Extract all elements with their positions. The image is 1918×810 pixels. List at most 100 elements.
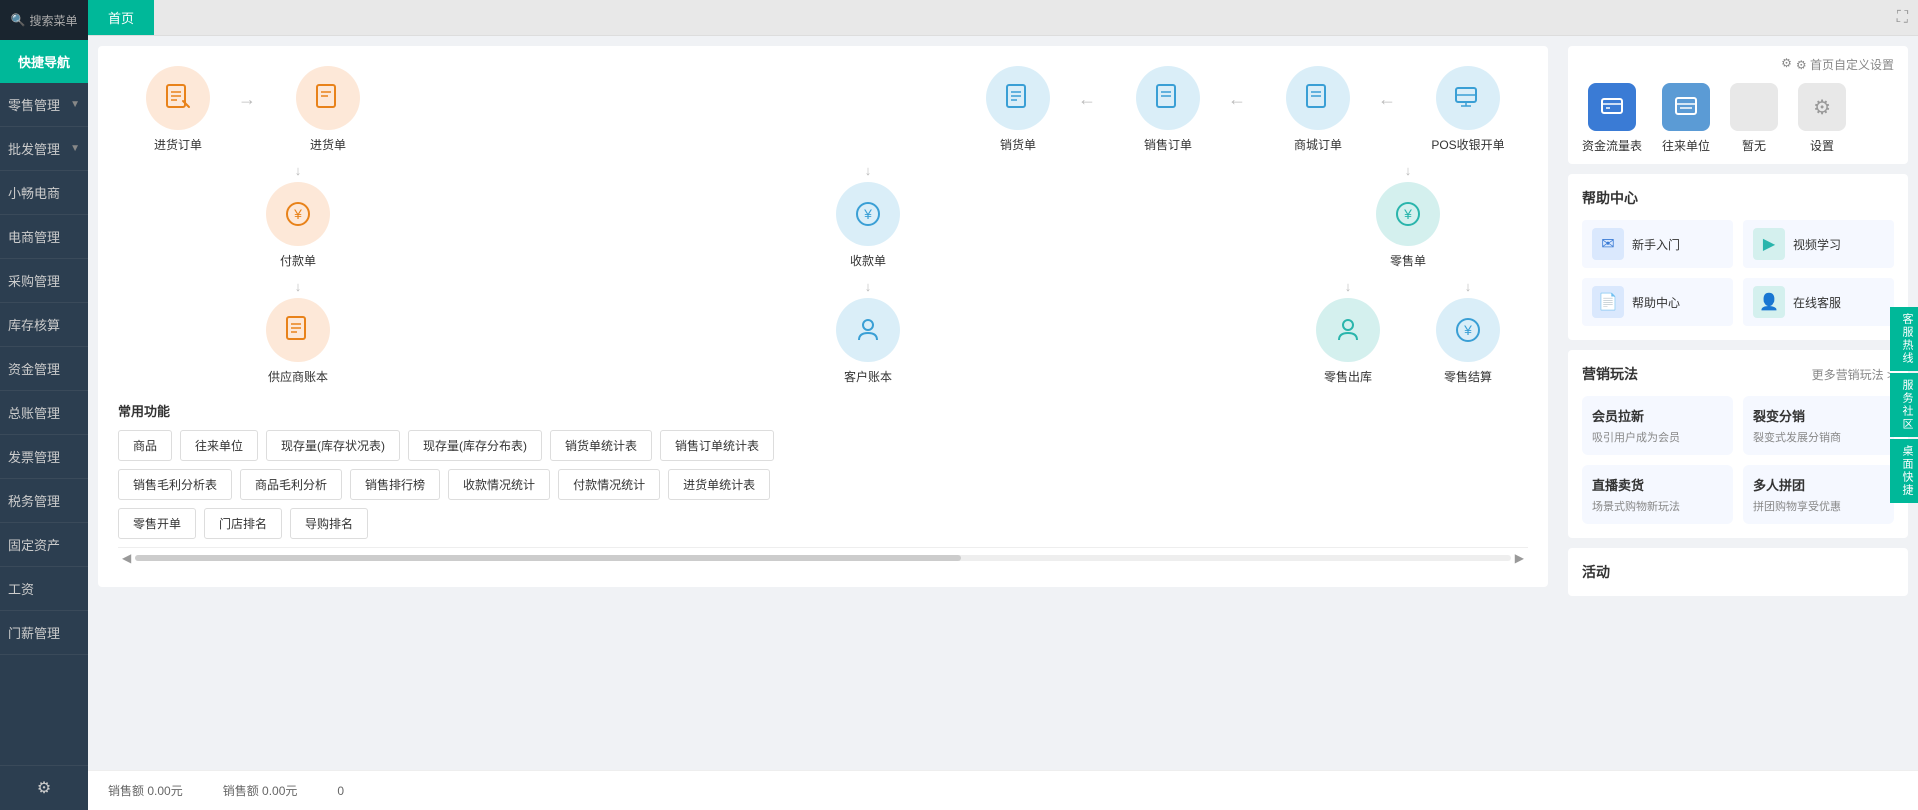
func-btn-store-rank[interactable]: 门店排名 [204,508,282,539]
sidebar-item-ledger-label: 总账管理 [8,403,60,422]
func-btn-retail-order[interactable]: 零售开单 [118,508,196,539]
flow-circle-retail-settle[interactable]: ¥ [1436,298,1500,362]
flow-label-sales: 销货单 [1000,136,1036,153]
scroll-right-arrow[interactable]: ▶ [1515,551,1524,565]
mkt-item-live[interactable]: 直播卖货 场景式购物新玩法 [1582,465,1733,524]
flow-circle-retail[interactable]: ¥ [1376,182,1440,246]
flow-circle-mall-order [1286,66,1350,130]
settings-icon-button[interactable]: ⚙ [0,765,88,810]
sidebar-item-purchase[interactable]: 采购管理 [0,259,88,303]
qa-item-counterpart[interactable]: 往来单位 [1662,83,1710,154]
help-item-beginner[interactable]: ✉ 新手入门 [1582,220,1733,268]
func-btn-stock1[interactable]: 现存量(库存状况表) [266,430,400,461]
func-btn-goods[interactable]: 商品 [118,430,172,461]
tab-home[interactable]: 首页 [88,0,154,35]
sidebar: 🔍 搜索菜单 快捷导航 零售管理 ▼ 批发管理 ▼ 小畅电商 电商管理 采购管理… [0,0,88,810]
sidebar-item-ecommerce-small[interactable]: 小畅电商 [0,171,88,215]
sidebar-item-tax[interactable]: 税务管理 [0,479,88,523]
mkt-item-fission-title: 裂变分销 [1753,406,1884,425]
flow-node-purchase-order[interactable]: 进货订单 [118,66,238,153]
main-area: 首页 ⛶ 进货订单 [88,0,1918,810]
flow-circle-retail-out[interactable] [1316,298,1380,362]
stat-2: 销售额 0.00元 [223,782,298,799]
flow-col-supplier: ↓ 供应商账本 [238,279,358,385]
flow-circle-purchase-order [146,66,210,130]
flow-circle-purchase [296,66,360,130]
tab-home-label: 首页 [108,8,134,27]
help-item-video[interactable]: ▶ 视频学习 [1743,220,1894,268]
sidebar-item-ledger[interactable]: 总账管理 [0,391,88,435]
mkt-item-group[interactable]: 多人拼团 拼团购物享受优惠 [1743,465,1894,524]
float-btn-desktop[interactable]: 桌面快捷 [1890,439,1918,503]
flow-node-purchase[interactable]: 进货单 [268,66,388,153]
float-btn-community[interactable]: 服务社区 [1890,373,1918,437]
flow-col-customer: ↓ 客户账本 [358,279,1288,385]
mkt-more-button[interactable]: 更多营销玩法 > [1812,366,1894,383]
func-btn-stock2[interactable]: 现存量(库存分布表) [408,430,542,461]
func-btn-counterpart[interactable]: 往来单位 [180,430,258,461]
flow-label-pay: 付款单 [280,252,316,269]
scroll-thumb [135,555,960,561]
scroll-left-arrow[interactable]: ◀ [122,551,131,565]
flow-col-pay: ↓ ¥ 付款单 [238,163,358,269]
flow-node-sales[interactable]: 销货单 [958,66,1078,153]
func-btn-sales-stats[interactable]: 销货单统计表 [550,430,652,461]
sidebar-item-finance[interactable]: 资金管理 [0,347,88,391]
flow-arrow-left-2: ← [1228,89,1258,110]
flow-node-sales-order[interactable]: 销售订单 [1108,66,1228,153]
help-item-service[interactable]: 👤 在线客服 [1743,278,1894,326]
qa-icon-settings: ⚙ [1798,83,1846,131]
help-item-help[interactable]: 📄 帮助中心 [1582,278,1733,326]
customize-label: ⚙ 首页自定义设置 [1796,56,1894,73]
float-buttons: 客服热线 服务社区 桌面快捷 [1890,307,1918,503]
flow-node-pos[interactable]: POS收银开单 [1408,66,1528,153]
flow-diagram: 进货订单 → 进货单 [118,66,1528,385]
qa-item-settings[interactable]: ⚙ 设置 [1798,83,1846,154]
expand-icon[interactable]: ⛶ [1887,9,1918,27]
gear-icon-settings: ⚙ [1781,56,1792,73]
scroll-track[interactable] [135,555,1511,561]
sidebar-item-wholesale-label: 批发管理 [8,139,60,158]
func-row-3: 零售开单 门店排名 导购排名 [118,508,1528,539]
flow-circle-supplier[interactable] [266,298,330,362]
sidebar-item-invoice[interactable]: 发票管理 [0,435,88,479]
sidebar-item-salary-label: 工资 [8,579,34,598]
flow-circle-pay[interactable]: ¥ [266,182,330,246]
sidebar-search[interactable]: 🔍 搜索菜单 [0,0,88,40]
func-btn-payment-stats[interactable]: 付款情况统计 [558,469,660,500]
sidebar-item-assets[interactable]: 固定资产 [0,523,88,567]
sidebar-item-ecommerce[interactable]: 电商管理 [0,215,88,259]
mkt-item-fission[interactable]: 裂变分销 裂变式发展分销商 [1743,396,1894,455]
sidebar-item-active[interactable]: 快捷导航 [0,40,88,83]
sidebar-item-wholesale[interactable]: 批发管理 ▼ [0,127,88,171]
float-btn-service[interactable]: 客服热线 [1890,307,1918,371]
help-grid: ✉ 新手入门 ▶ 视频学习 📄 帮助中心 👤 在线客服 [1582,220,1894,326]
mkt-item-member[interactable]: 会员拉新 吸引用户成为会员 [1582,396,1733,455]
qa-item-cashflow[interactable]: 资金流量表 [1582,83,1642,154]
flow-node-mall-order[interactable]: 商城订单 [1258,66,1378,153]
help-label-help: 帮助中心 [1632,294,1680,311]
flow-label-retail: 零售单 [1390,252,1426,269]
flow-row-1: 进货订单 → 进货单 [118,66,1528,153]
sidebar-item-inventory[interactable]: 库存核算 [0,303,88,347]
func-btn-sales-profit[interactable]: 销售毛利分析表 [118,469,232,500]
func-btn-sales-rank[interactable]: 销售排行榜 [350,469,440,500]
func-btn-guide-rank[interactable]: 导购排名 [290,508,368,539]
flow-row-2: ↓ ¥ 付款单 ↓ ¥ 收款单 [118,163,1528,269]
flow-label-purchase-order: 进货订单 [154,136,202,153]
sidebar-item-retail[interactable]: 零售管理 ▼ [0,83,88,127]
sidebar-item-invoice-label: 发票管理 [8,447,60,466]
sidebar-item-door[interactable]: 门薪管理 [0,611,88,655]
customize-settings-button[interactable]: ⚙ ⚙ 首页自定义设置 [1582,56,1894,73]
scrollbar: ◀ ▶ [118,547,1528,567]
flow-circle-customer[interactable] [836,298,900,362]
func-btn-sales-order-stats[interactable]: 销售订单统计表 [660,430,774,461]
sidebar-item-salary[interactable]: 工资 [0,567,88,611]
qa-item-empty[interactable]: 暂无 [1730,83,1778,154]
help-card: 帮助中心 ✉ 新手入门 ▶ 视频学习 📄 帮助中心 👤 [1568,174,1908,340]
func-btn-receipt-stats[interactable]: 收款情况统计 [448,469,550,500]
flow-circle-receive[interactable]: ¥ [836,182,900,246]
qa-label-cashflow: 资金流量表 [1582,137,1642,154]
func-btn-purchase-stats[interactable]: 进货单统计表 [668,469,770,500]
func-btn-goods-profit[interactable]: 商品毛利分析 [240,469,342,500]
